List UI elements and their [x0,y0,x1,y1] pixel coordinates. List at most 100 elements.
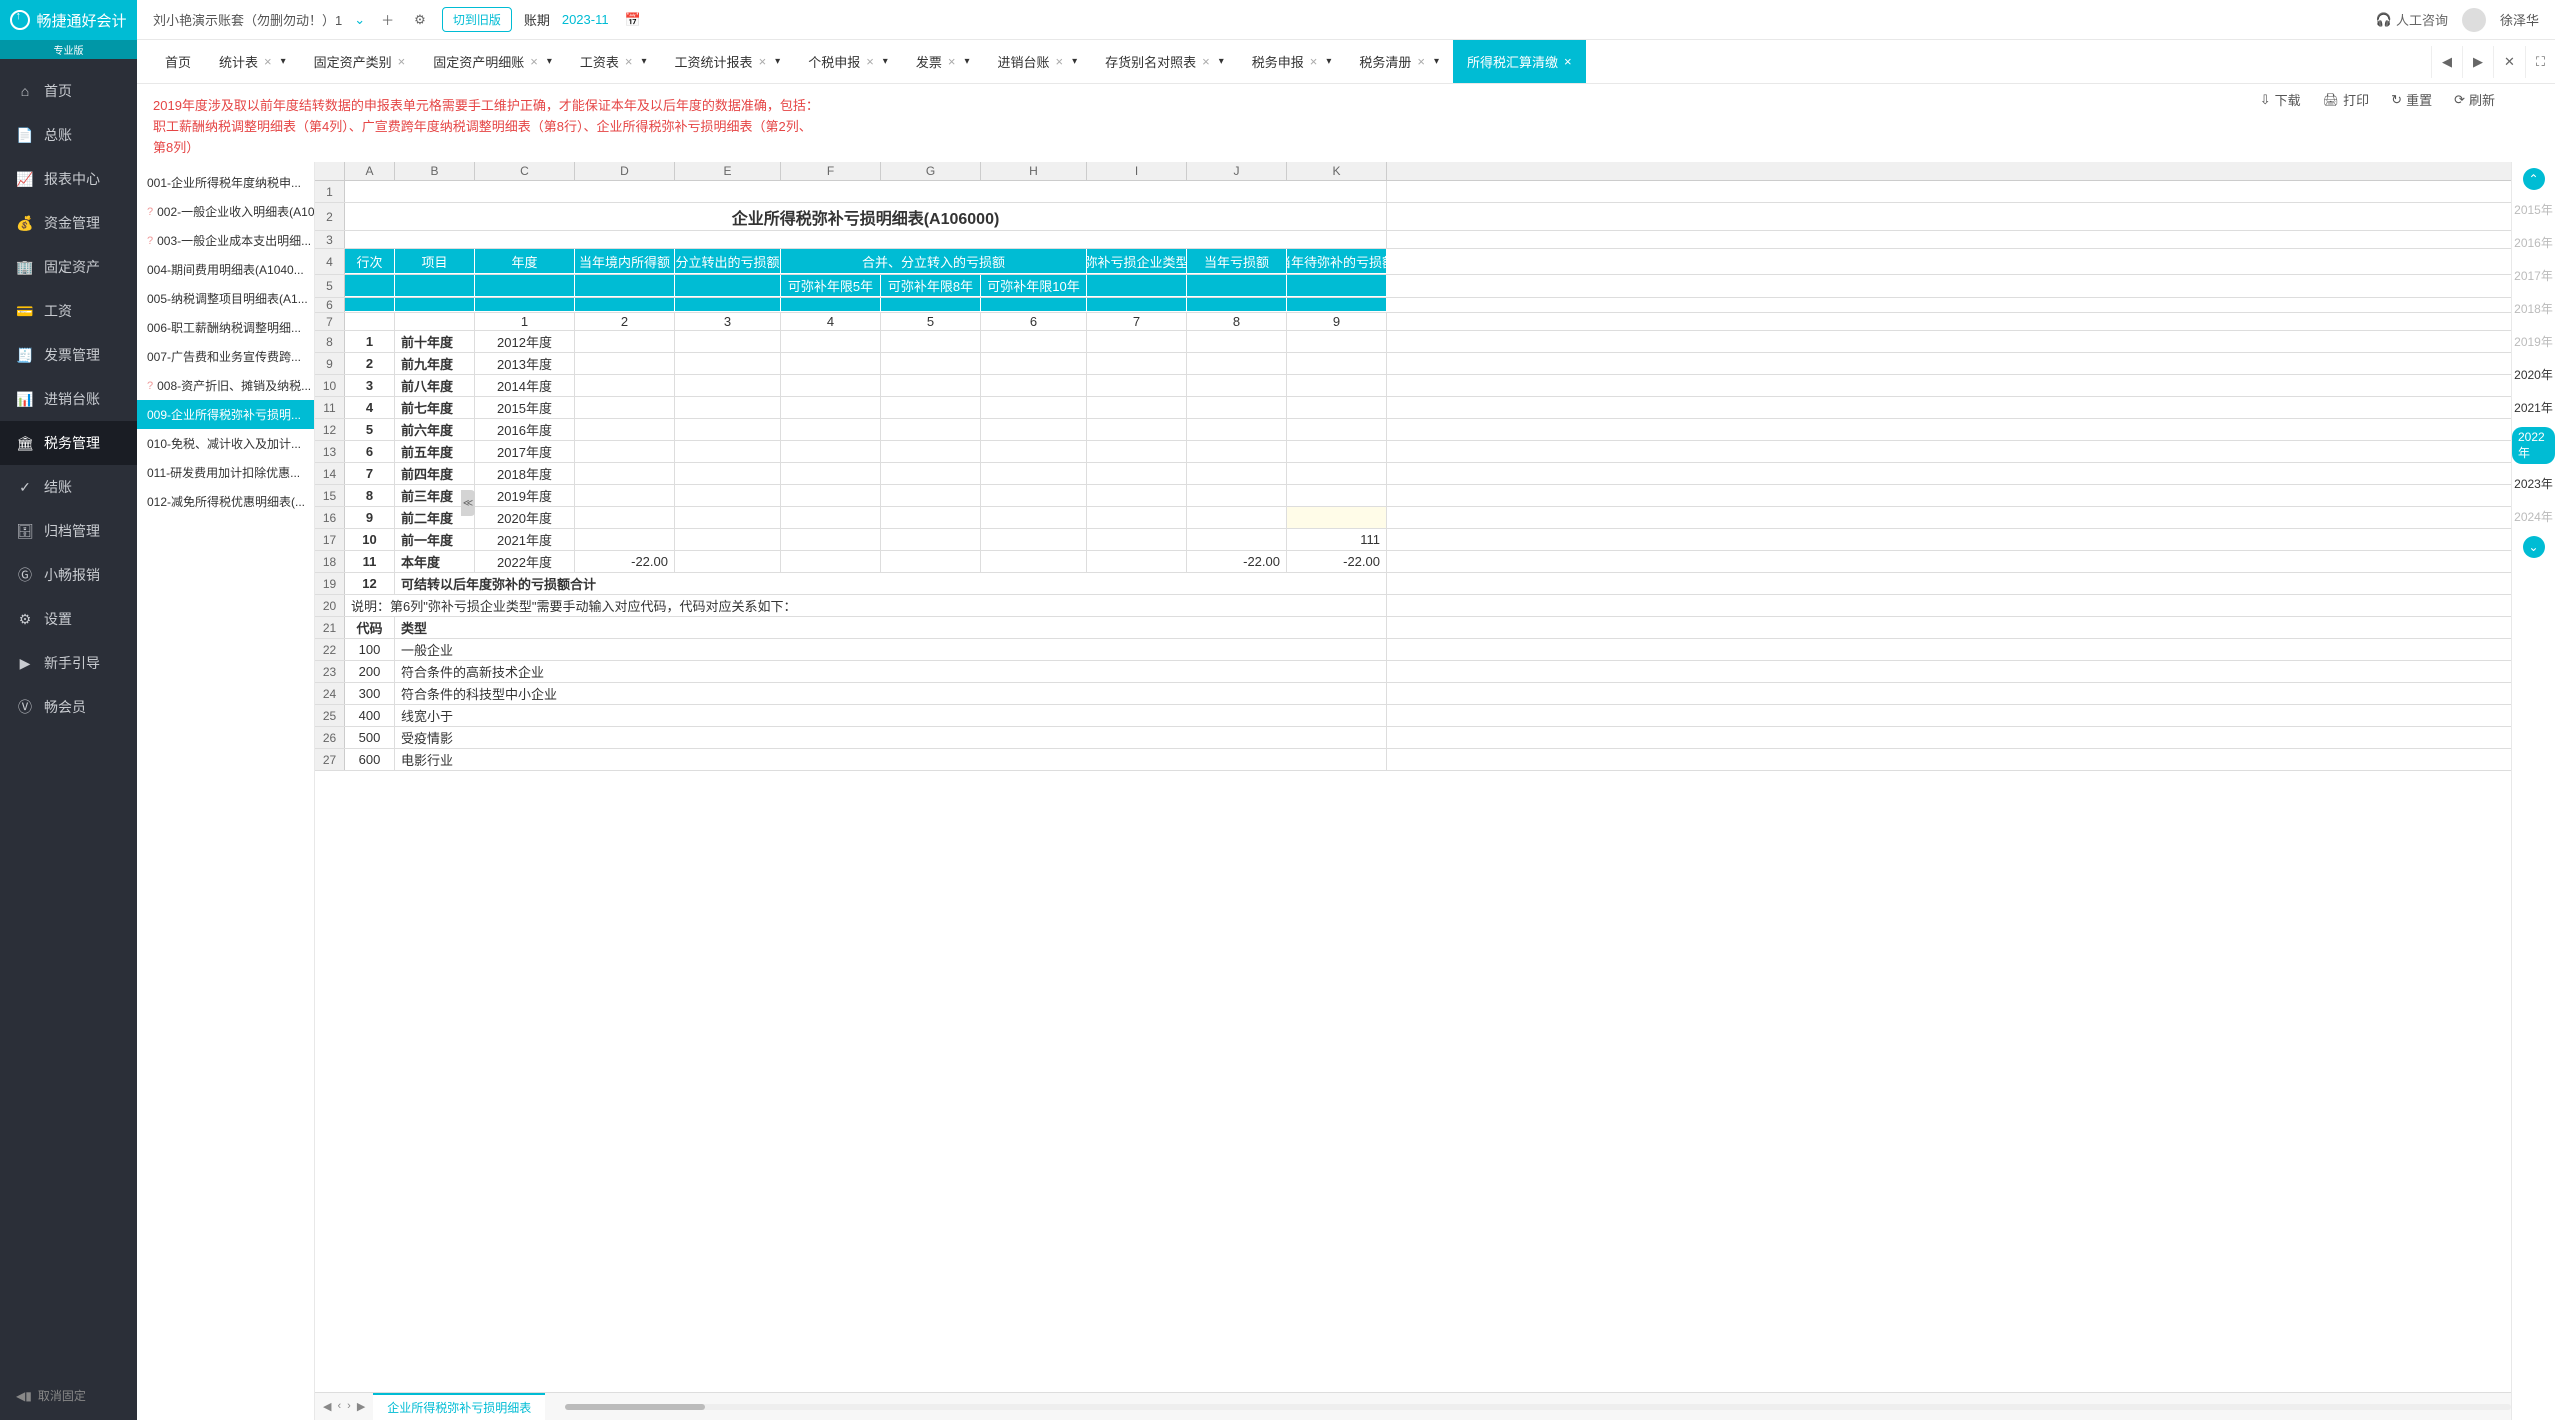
cell[interactable] [1187,275,1287,297]
cell[interactable] [981,463,1087,484]
cell[interactable]: 当年待弥补的亏损额 [1287,249,1387,274]
cell[interactable]: 500 [345,727,395,748]
cell[interactable] [675,375,781,396]
cell[interactable] [675,551,781,572]
cell[interactable] [1087,463,1187,484]
cell[interactable] [1087,485,1187,506]
cell[interactable] [881,331,981,352]
cell[interactable] [675,298,781,312]
form-list-item[interactable]: 011-研发费用加计扣除优惠... [137,458,314,487]
cell[interactable] [575,353,675,374]
cell[interactable]: -22.00 [1187,551,1287,572]
cell[interactable]: 12 [345,573,395,594]
year-item[interactable]: 2022年 [2512,427,2555,464]
cell[interactable]: 前六年度 [395,419,475,440]
tab-close-icon[interactable]: × [866,54,874,69]
sheet-last-icon[interactable]: ▶ [357,1400,365,1413]
cell[interactable] [981,507,1087,528]
cell[interactable] [1287,298,1387,312]
cell[interactable]: 代码 [345,617,395,638]
cell[interactable]: 2022年度 [475,551,575,572]
tab-close-icon[interactable]: × [1310,54,1318,69]
sheet-hscroll[interactable] [565,1401,2511,1413]
cell[interactable] [345,298,395,312]
cell[interactable]: 弥补亏损企业类型 [1087,249,1187,274]
cell[interactable] [781,353,881,374]
cell[interactable]: 行次 [345,249,395,274]
tab-close-all-icon[interactable]: ✕ [2493,46,2525,78]
cell[interactable] [981,551,1087,572]
cell[interactable] [1187,463,1287,484]
tab-close-icon[interactable]: × [264,54,272,69]
cell[interactable] [1087,419,1187,440]
cell[interactable]: 2020年度 [475,507,575,528]
cell[interactable] [981,485,1087,506]
cell[interactable]: 2 [575,313,675,330]
cell[interactable] [395,275,475,297]
sidebar-item-stock[interactable]: 📊进销台账 [0,377,137,421]
reset-button[interactable]: ↻重置 [2391,90,2432,109]
row-number[interactable]: 13 [315,441,345,462]
tab[interactable]: 发票× [902,40,984,83]
row-number[interactable]: 18 [315,551,345,572]
add-icon[interactable]: ＋ [377,6,398,33]
cell[interactable] [1187,441,1287,462]
column-header[interactable]: J [1187,162,1287,180]
tab[interactable]: 所得税汇算清缴× [1453,40,1586,83]
row-number[interactable]: 2 [315,203,345,230]
cell[interactable] [781,485,881,506]
tab-close-icon[interactable]: × [759,54,767,69]
cell[interactable] [781,529,881,550]
cell[interactable] [1287,485,1387,506]
form-list-item[interactable]: ?002-一般企业收入明细表(A10... [137,197,314,226]
cell[interactable]: 可弥补年限8年 [881,275,981,297]
cell[interactable] [881,551,981,572]
sidebar-item-funds[interactable]: 💰资金管理 [0,201,137,245]
cell[interactable] [981,298,1087,312]
row-number[interactable]: 3 [315,231,345,248]
account-dropdown-icon[interactable]: ⌄ [354,12,365,28]
tab[interactable]: 工资表× [566,40,661,83]
cell[interactable] [981,397,1087,418]
tab[interactable]: 税务申报× [1238,40,1346,83]
cell[interactable] [781,331,881,352]
cell[interactable]: 1 [475,313,575,330]
cell[interactable]: 当年境内所得额 [575,249,675,274]
tab-next-icon[interactable]: ▶ [2462,46,2493,78]
cell[interactable]: 可弥补年限10年 [981,275,1087,297]
cell[interactable] [345,181,1387,202]
cell[interactable] [781,298,881,312]
cell[interactable]: 前一年度 [395,529,475,550]
cell[interactable]: 电影行业 [395,749,1387,770]
cell[interactable] [1087,353,1187,374]
form-list-item[interactable]: 010-免税、减计收入及加计... [137,429,314,458]
cell[interactable]: 符合条件的科技型中小企业 [395,683,1387,704]
row-number[interactable]: 23 [315,661,345,682]
sidebar-item-ledger[interactable]: 📄总账 [0,113,137,157]
cell[interactable]: 年度 [475,249,575,274]
cell[interactable] [675,529,781,550]
row-number[interactable]: 20 [315,595,345,616]
consult-link[interactable]: 🎧 人工咨询 [2376,10,2448,29]
row-number[interactable]: 26 [315,727,345,748]
cell[interactable] [675,331,781,352]
row-number[interactable]: 4 [315,249,345,274]
cell[interactable]: -22.00 [575,551,675,572]
cell[interactable]: 前九年度 [395,353,475,374]
column-header[interactable]: C [475,162,575,180]
cell[interactable] [1187,485,1287,506]
column-header[interactable]: G [881,162,981,180]
old-version-button[interactable]: 切到旧版 [442,7,512,32]
cell[interactable] [781,375,881,396]
cell[interactable] [1287,419,1387,440]
sheet-prev-icon[interactable]: ‹ [337,1400,341,1413]
sidebar-item-gear[interactable]: ⚙设置 [0,597,137,641]
row-number[interactable]: 16 [315,507,345,528]
cell[interactable]: 项目 [395,249,475,274]
row-number[interactable]: 12 [315,419,345,440]
cell[interactable] [881,419,981,440]
cell[interactable]: 说明：第6列"弥补亏损企业类型"需要手动输入对应代码，代码对应关系如下： [345,595,1387,616]
cell[interactable]: 111 [1287,529,1387,550]
refresh-button[interactable]: ⟳刷新 [2454,90,2495,109]
cell[interactable] [781,507,881,528]
